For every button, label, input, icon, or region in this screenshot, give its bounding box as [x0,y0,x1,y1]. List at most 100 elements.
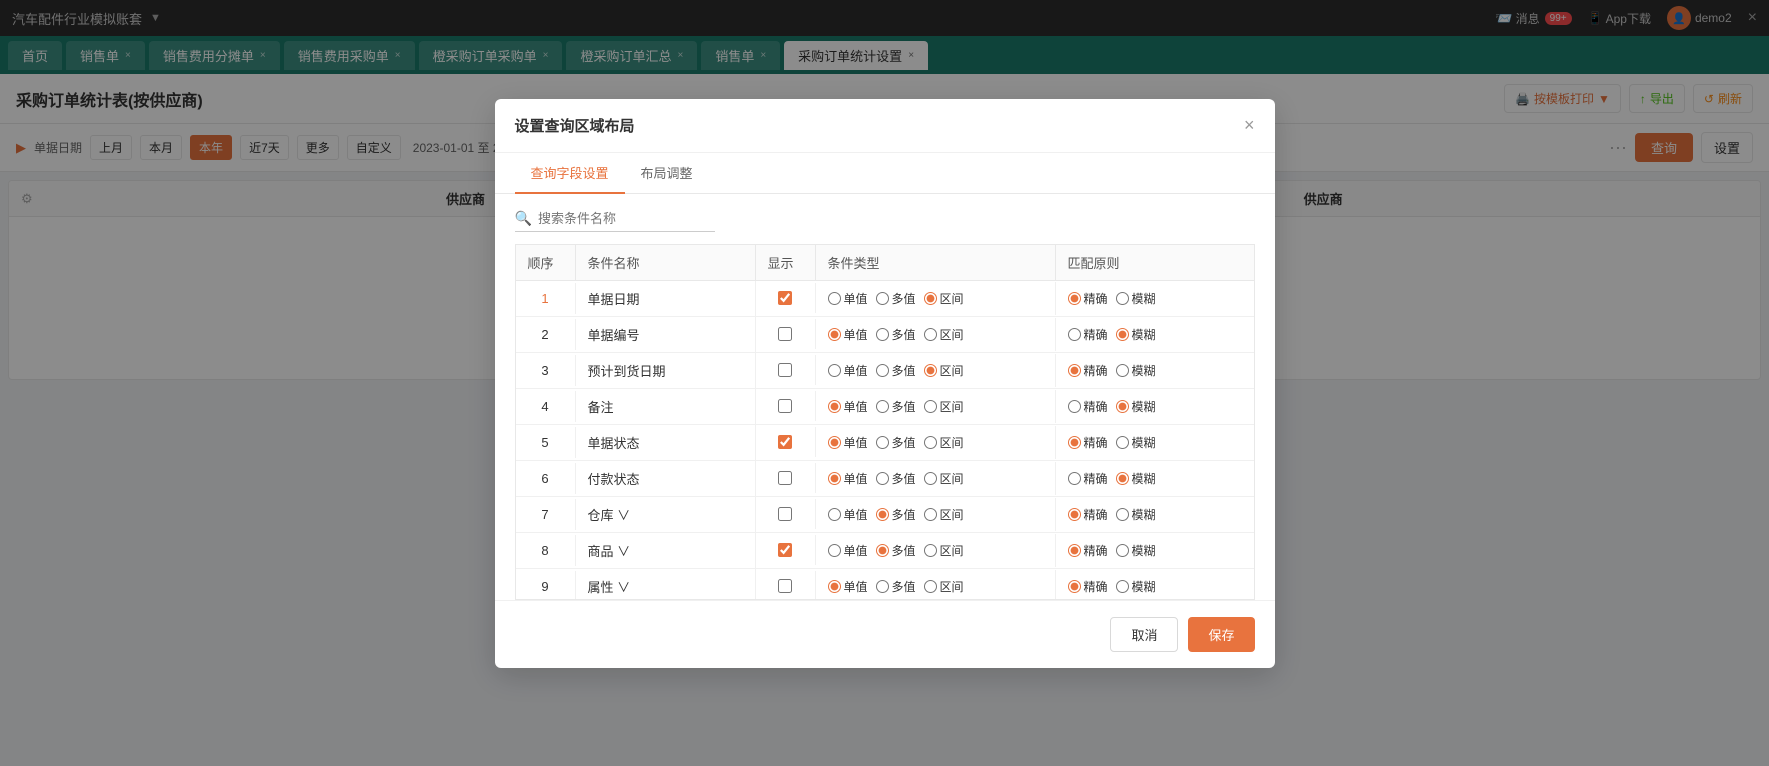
type-radio-单值[interactable]: 单值 [828,578,868,595]
match-radio-input[interactable] [1068,400,1081,413]
type-radio-区间[interactable]: 区间 [924,362,964,379]
match-radio-精确[interactable]: 精确 [1068,506,1108,523]
match-radio-精确[interactable]: 精确 [1068,362,1108,379]
type-radio-input[interactable] [828,400,841,413]
match-radio-input[interactable] [1116,580,1129,593]
type-radio-区间[interactable]: 区间 [924,434,964,451]
match-radio-input[interactable] [1116,328,1129,341]
type-radio-input[interactable] [924,508,937,521]
match-radio-精确[interactable]: 精确 [1068,326,1108,343]
type-radio-单值[interactable]: 单值 [828,470,868,487]
type-radio-单值[interactable]: 单值 [828,506,868,523]
match-radio-input[interactable] [1116,544,1129,557]
match-radio-模糊[interactable]: 模糊 [1116,542,1156,559]
type-radio-input[interactable] [876,580,889,593]
type-radio-区间[interactable]: 区间 [924,506,964,523]
match-radio-input[interactable] [1068,580,1081,593]
match-radio-精确[interactable]: 精确 [1068,398,1108,415]
tab-query-fields[interactable]: 查询字段设置 [515,153,625,194]
type-radio-多值[interactable]: 多值 [876,470,916,487]
match-radio-精确[interactable]: 精确 [1068,470,1108,487]
match-radio-input[interactable] [1116,292,1129,305]
match-radio-input[interactable] [1068,292,1081,305]
match-radio-模糊[interactable]: 模糊 [1116,578,1156,595]
type-radio-多值[interactable]: 多值 [876,290,916,307]
type-radio-多值[interactable]: 多值 [876,362,916,379]
type-radio-input[interactable] [924,364,937,377]
type-radio-input[interactable] [924,400,937,413]
display-checkbox[interactable] [778,579,792,593]
match-radio-input[interactable] [1068,328,1081,341]
match-radio-模糊[interactable]: 模糊 [1116,506,1156,523]
type-radio-input[interactable] [828,364,841,377]
match-radio-input[interactable] [1116,472,1129,485]
match-radio-精确[interactable]: 精确 [1068,434,1108,451]
type-radio-区间[interactable]: 区间 [924,470,964,487]
type-radio-单值[interactable]: 单值 [828,290,868,307]
match-radio-精确[interactable]: 精确 [1068,578,1108,595]
search-input[interactable] [538,211,698,226]
type-radio-input[interactable] [876,508,889,521]
type-radio-区间[interactable]: 区间 [924,578,964,595]
save-button[interactable]: 保存 [1188,617,1254,652]
type-radio-单值[interactable]: 单值 [828,362,868,379]
type-radio-input[interactable] [876,292,889,305]
match-radio-模糊[interactable]: 模糊 [1116,434,1156,451]
type-radio-input[interactable] [828,544,841,557]
display-checkbox[interactable] [778,291,792,305]
display-checkbox[interactable] [778,327,792,341]
type-radio-区间[interactable]: 区间 [924,398,964,415]
tab-layout-adjust[interactable]: 布局调整 [625,153,709,194]
match-radio-input[interactable] [1116,508,1129,521]
display-checkbox[interactable] [778,543,792,557]
type-radio-input[interactable] [828,580,841,593]
type-radio-单值[interactable]: 单值 [828,434,868,451]
match-radio-input[interactable] [1068,508,1081,521]
match-radio-input[interactable] [1116,364,1129,377]
type-radio-input[interactable] [924,472,937,485]
type-radio-input[interactable] [828,328,841,341]
match-radio-input[interactable] [1068,472,1081,485]
match-radio-模糊[interactable]: 模糊 [1116,290,1156,307]
type-radio-单值[interactable]: 单值 [828,326,868,343]
type-radio-input[interactable] [876,400,889,413]
type-radio-input[interactable] [924,436,937,449]
type-radio-input[interactable] [924,328,937,341]
display-checkbox[interactable] [778,507,792,521]
match-radio-模糊[interactable]: 模糊 [1116,470,1156,487]
type-radio-input[interactable] [828,436,841,449]
match-radio-精确[interactable]: 精确 [1068,290,1108,307]
match-radio-精确[interactable]: 精确 [1068,542,1108,559]
type-radio-区间[interactable]: 区间 [924,326,964,343]
match-radio-input[interactable] [1116,436,1129,449]
display-checkbox[interactable] [778,435,792,449]
match-radio-模糊[interactable]: 模糊 [1116,326,1156,343]
type-radio-区间[interactable]: 区间 [924,290,964,307]
match-radio-模糊[interactable]: 模糊 [1116,398,1156,415]
match-radio-模糊[interactable]: 模糊 [1116,362,1156,379]
type-radio-input[interactable] [876,544,889,557]
match-radio-input[interactable] [1068,436,1081,449]
type-radio-input[interactable] [924,292,937,305]
type-radio-input[interactable] [828,508,841,521]
type-radio-input[interactable] [828,292,841,305]
type-radio-input[interactable] [876,364,889,377]
type-radio-input[interactable] [828,472,841,485]
modal-close-button[interactable]: × [1244,115,1255,136]
type-radio-多值[interactable]: 多值 [876,326,916,343]
type-radio-input[interactable] [876,436,889,449]
display-checkbox[interactable] [778,471,792,485]
type-radio-多值[interactable]: 多值 [876,542,916,559]
type-radio-区间[interactable]: 区间 [924,542,964,559]
type-radio-input[interactable] [876,472,889,485]
match-radio-input[interactable] [1116,400,1129,413]
type-radio-多值[interactable]: 多值 [876,398,916,415]
display-checkbox[interactable] [778,399,792,413]
type-radio-多值[interactable]: 多值 [876,506,916,523]
type-radio-多值[interactable]: 多值 [876,434,916,451]
display-checkbox[interactable] [778,363,792,377]
type-radio-多值[interactable]: 多值 [876,578,916,595]
match-radio-input[interactable] [1068,544,1081,557]
match-radio-input[interactable] [1068,364,1081,377]
type-radio-input[interactable] [924,580,937,593]
